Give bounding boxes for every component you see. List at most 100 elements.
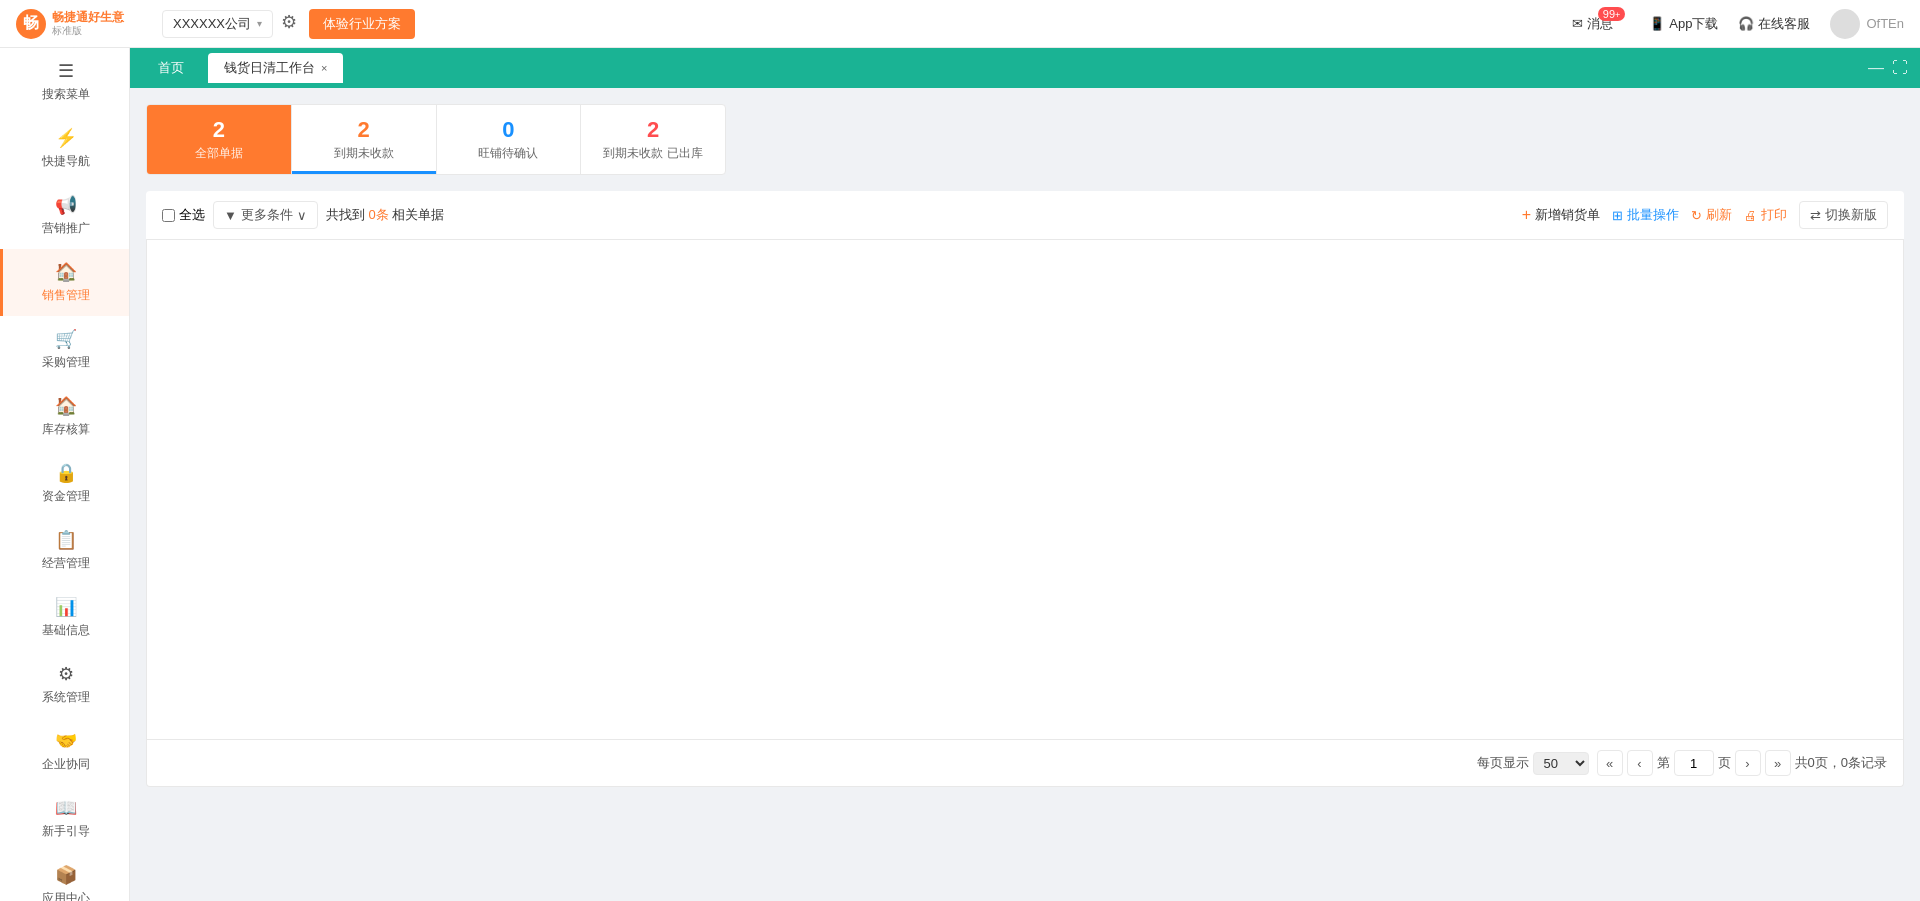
sidebar-label-enterprise: 企业协同 (42, 756, 90, 773)
select-all-area[interactable]: 全选 (162, 206, 205, 224)
print-btn[interactable]: 🖨 打印 (1744, 206, 1787, 224)
sidebar-label-operation: 经营管理 (42, 555, 90, 572)
sidebar-label-sales: 销售管理 (42, 287, 90, 304)
search-menu-icon: ☰ (58, 60, 74, 82)
app-download-btn[interactable]: 📱 App下载 (1649, 15, 1718, 33)
username: OfTEn (1866, 16, 1904, 31)
tab-maximize-btn[interactable]: ⛶ (1892, 59, 1908, 77)
logo-area: 畅 畅捷通好生意 标准版 (16, 9, 146, 39)
company-name: XXXXXX公司 (173, 15, 251, 33)
toolbar: 全选 ▼ 更多条件 ∨ 共找到 0条 相关单据 + 新增销货单 (146, 191, 1904, 240)
message-icon: ✉ (1572, 16, 1583, 31)
new-sale-order-btn[interactable]: + 新增销货单 (1522, 206, 1600, 224)
system-icon: ⚙ (58, 663, 74, 685)
tab-minimize-btn[interactable]: — (1868, 59, 1884, 77)
sidebar-item-purchase[interactable]: 🛒 采购管理 (0, 316, 129, 383)
sidebar-label-marketing: 营销推广 (42, 220, 90, 237)
marketing-icon: 📢 (55, 194, 77, 216)
select-all-label: 全选 (179, 206, 205, 224)
avatar (1830, 9, 1860, 39)
filter-btn[interactable]: ▼ 更多条件 ∨ (213, 201, 318, 229)
batch-icon: ⊞ (1612, 208, 1623, 223)
stat-label-pending: 旺铺待确认 (478, 145, 538, 162)
sidebar-item-operation[interactable]: 📋 经营管理 (0, 517, 129, 584)
batch-label: 批量操作 (1627, 206, 1679, 224)
sidebar: ☰ 搜索菜单 ⚡ 快捷导航 📢 营销推广 🏠 销售管理 🛒 采购管理 🏠 库存核… (0, 48, 130, 901)
sidebar-item-system[interactable]: ⚙ 系统管理 (0, 651, 129, 718)
first-page-btn[interactable]: « (1597, 750, 1623, 776)
sidebar-item-enterprise[interactable]: 🤝 企业协同 (0, 718, 129, 785)
operation-icon: 📋 (55, 529, 77, 551)
sidebar-item-app-center[interactable]: 📦 应用中心 (0, 852, 129, 901)
sidebar-label-inventory: 库存核算 (42, 421, 90, 438)
header-actions: ⚙ 体验行业方案 (281, 9, 415, 39)
switch-icon: ⇄ (1810, 208, 1821, 223)
settings-icon[interactable]: ⚙ (281, 12, 297, 32)
stat-tab-overdue[interactable]: 2 到期未收款 (292, 105, 437, 174)
tab-home[interactable]: 首页 (142, 53, 200, 83)
finance-icon: 🔒 (55, 462, 77, 484)
found-text: 共找到 0条 相关单据 (326, 206, 444, 224)
tab-bar: 首页 钱货日清工作台 × — ⛶ (130, 48, 1920, 88)
found-suffix: 相关单据 (392, 207, 444, 222)
enterprise-icon: 🤝 (55, 730, 77, 752)
stat-number-overdue: 2 (358, 117, 370, 143)
messages-badge: 99+ (1598, 7, 1626, 21)
toolbar-right: + 新增销货单 ⊞ 批量操作 ↻ 刷新 🖨 打印 (1522, 201, 1888, 229)
logo-icon: 畅 (16, 9, 46, 39)
tab-bar-right: — ⛶ (1868, 59, 1908, 77)
sidebar-label-search-menu: 搜索菜单 (42, 86, 90, 103)
sidebar-item-guide[interactable]: 📖 新手引导 (0, 785, 129, 852)
user-info[interactable]: OfTEn (1830, 9, 1904, 39)
refresh-label: 刷新 (1706, 206, 1732, 224)
page-suffix: 页 (1718, 754, 1731, 772)
prev-page-btn[interactable]: ‹ (1627, 750, 1653, 776)
sidebar-item-search-menu[interactable]: ☰ 搜索菜单 (0, 48, 129, 115)
sidebar-item-finance[interactable]: 🔒 资金管理 (0, 450, 129, 517)
stat-tab-shipped[interactable]: 2 到期未收款 已出库 (581, 105, 725, 174)
sidebar-item-sales[interactable]: 🏠 销售管理 (0, 249, 129, 316)
company-selector[interactable]: XXXXXX公司 ▾ (162, 10, 273, 38)
switch-label: 切换新版 (1825, 206, 1877, 224)
online-service-btn[interactable]: 🎧 在线客服 (1738, 15, 1810, 33)
refresh-icon: ↻ (1691, 208, 1702, 223)
app-download-icon: 📱 (1649, 16, 1665, 31)
new-btn-label: 新增销货单 (1535, 206, 1600, 224)
online-service-label: 在线客服 (1758, 15, 1810, 33)
sidebar-item-marketing[interactable]: 📢 营销推广 (0, 182, 129, 249)
page-size-label: 每页显示 (1477, 754, 1529, 772)
stat-tab-pending[interactable]: 0 旺铺待确认 (437, 105, 582, 174)
sidebar-item-inventory[interactable]: 🏠 库存核算 (0, 383, 129, 450)
inventory-icon: 🏠 (55, 395, 77, 417)
page-size-dropdown[interactable]: 50 100 (1533, 752, 1589, 775)
basic-info-icon: 📊 (55, 596, 77, 618)
app-center-icon: 📦 (55, 864, 77, 886)
app-download-label: App下载 (1669, 15, 1718, 33)
last-page-btn[interactable]: » (1765, 750, 1791, 776)
sidebar-item-quick-nav[interactable]: ⚡ 快捷导航 (0, 115, 129, 182)
stat-tab-all[interactable]: 2 全部单据 (147, 105, 292, 174)
sales-icon: 🏠 (55, 261, 77, 283)
messages-btn[interactable]: ✉ 消息 99+ (1572, 15, 1613, 33)
guide-icon: 📖 (55, 797, 77, 819)
next-page-btn[interactable]: › (1735, 750, 1761, 776)
select-all-checkbox[interactable] (162, 209, 175, 222)
page-size-select: 每页显示 50 100 (1477, 752, 1589, 775)
logo-sub: 标准版 (52, 25, 124, 37)
sidebar-label-basic-info: 基础信息 (42, 622, 90, 639)
found-count: 0条 (369, 207, 389, 222)
pagination-btns: « ‹ 第 页 › » 共0页，0条记录 (1597, 750, 1887, 776)
stat-number-pending: 0 (502, 117, 514, 143)
print-icon: 🖨 (1744, 208, 1757, 223)
batch-operation-btn[interactable]: ⊞ 批量操作 (1612, 206, 1679, 224)
sidebar-item-basic-info[interactable]: 📊 基础信息 (0, 584, 129, 651)
experience-btn[interactable]: 体验行业方案 (309, 9, 415, 39)
current-page-input[interactable] (1674, 750, 1714, 776)
tab-active[interactable]: 钱货日清工作台 × (208, 53, 343, 83)
switch-version-btn[interactable]: ⇄ 切换新版 (1799, 201, 1888, 229)
purchase-icon: 🛒 (55, 328, 77, 350)
sidebar-label-system: 系统管理 (42, 689, 90, 706)
refresh-btn[interactable]: ↻ 刷新 (1691, 206, 1732, 224)
logo-text: 畅捷通好生意 标准版 (52, 10, 124, 36)
tab-close-icon[interactable]: × (321, 62, 327, 74)
